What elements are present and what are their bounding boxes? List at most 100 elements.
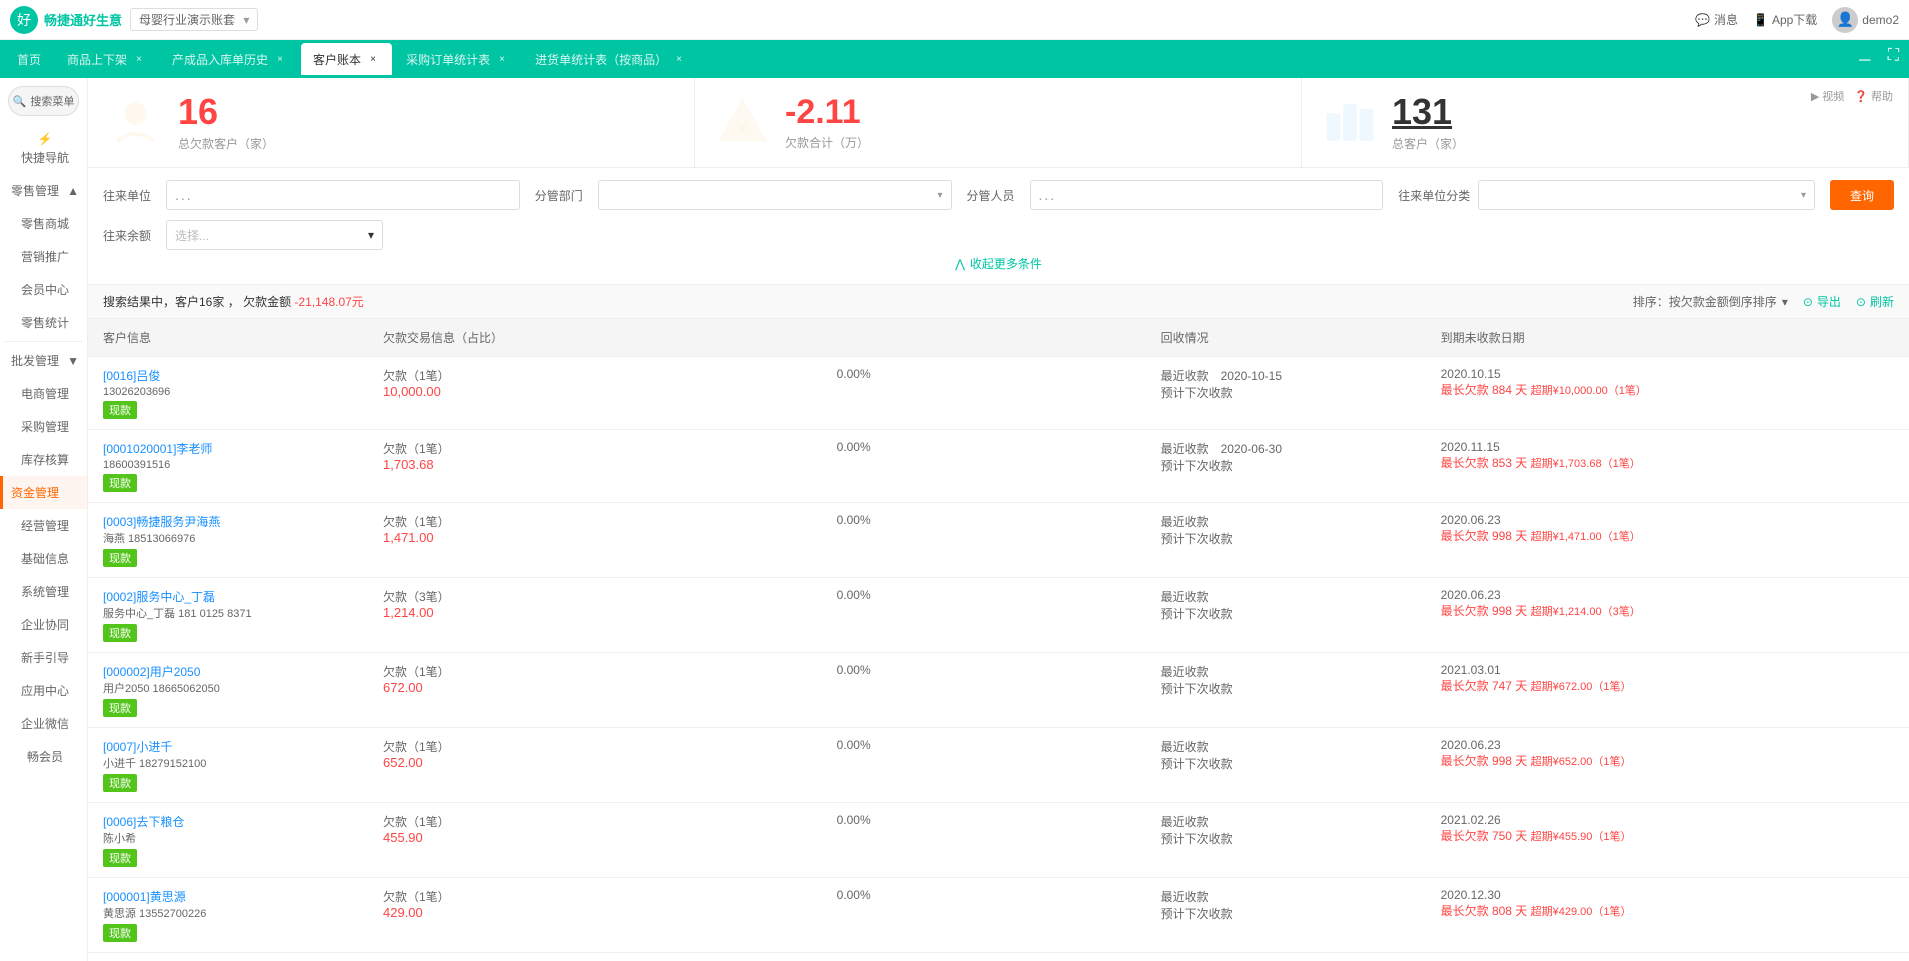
svg-text:¥: ¥ <box>737 122 747 138</box>
debt-amount-4[interactable]: 672.00 <box>383 680 423 695</box>
debt-amount-6[interactable]: 455.90 <box>383 830 423 845</box>
tab-customer[interactable]: 客户账本 × <box>301 43 392 75</box>
total-customers-label: 总客户（家） <box>1392 135 1464 152</box>
overdue-amount-0[interactable]: 超期¥10,000.00（1笔） <box>1531 385 1647 397</box>
cell-percent-6: 0.00% <box>814 803 1146 878</box>
debt-percent-1: 0.00% <box>837 440 871 454</box>
search-button[interactable]: 查询 <box>1830 180 1894 210</box>
sidebar-item-retail-stats[interactable]: 零售统计 <box>0 306 87 339</box>
customer-tag-1: 现款 <box>103 474 137 492</box>
sidebar-item-marketing[interactable]: 营销推广 <box>0 240 87 273</box>
debt-amount-7[interactable]: 429.00 <box>383 905 423 920</box>
customer-name-link-2[interactable]: [0003]畅捷服务尹海燕 <box>103 515 220 529</box>
debt-amount-5[interactable]: 652.00 <box>383 755 423 770</box>
overdue-days-6: 最长欠款 750 天 <box>1441 829 1531 843</box>
sidebar-item-basic-info[interactable]: 基础信息 <box>0 542 87 575</box>
refresh-btn[interactable]: ⊙ 刷新 <box>1856 293 1894 310</box>
message-btn[interactable]: 💬 消息 <box>1695 11 1738 28</box>
customer-phone-1: 18600391516 <box>103 459 170 471</box>
sort-select[interactable]: 排序：按欠款金额倒序排序 ▾ <box>1633 293 1788 310</box>
tab-purchase[interactable]: 采购订单统计表 × <box>394 43 521 75</box>
logo-area: 好 畅捷通好生意 <box>10 6 122 34</box>
sidebar-item-member[interactable]: 会员中心 <box>0 273 87 306</box>
cell-collection-5: 最近收款 预计下次收款 <box>1146 728 1426 803</box>
nav-maximize-btn[interactable]: ⛶ <box>1883 45 1904 73</box>
balance-select[interactable]: 选择... ▾ <box>166 220 383 250</box>
company-selector[interactable]: 母婴行业演示账套 ▾ <box>130 8 258 31</box>
video-btn[interactable]: ▶ 视频 <box>1811 88 1844 104</box>
debt-amount-1[interactable]: 1,703.68 <box>383 457 434 472</box>
debt-amount-2[interactable]: 1,471.00 <box>383 530 434 545</box>
source-unit-input[interactable]: ... <box>166 180 520 210</box>
sidebar-item-business[interactable]: 经营管理 <box>0 509 87 542</box>
tab-inventory[interactable]: 进货单统计表（按商品） × <box>523 43 698 75</box>
overdue-amount-1[interactable]: 超期¥1,703.68（1笔） <box>1531 458 1641 470</box>
sidebar-item-ecommerce[interactable]: 电商管理 <box>0 377 87 410</box>
debt-amount-0[interactable]: 10,000.00 <box>383 384 441 399</box>
close-tab-purchase[interactable]: × <box>495 52 509 66</box>
table-row: [0003]畅捷服务尹海燕 海燕 18513066976 现款 欠款（1笔） 1… <box>88 503 1909 578</box>
sidebar-item-retail-shop[interactable]: 零售商城 <box>0 207 87 240</box>
close-tab-production[interactable]: × <box>273 52 287 66</box>
sort-arrow: ▾ <box>1782 295 1788 309</box>
unit-category-select[interactable]: ▾ <box>1478 180 1815 210</box>
overdue-amount-6[interactable]: 超期¥455.90（1笔） <box>1531 831 1632 843</box>
sidebar-item-inventory[interactable]: 库存核算 <box>0 443 87 476</box>
customer-name-link-4[interactable]: [000002]用户2050 <box>103 665 200 679</box>
customer-phone-7: 黄思源 13552700226 <box>103 908 206 920</box>
sidebar-item-wechat[interactable]: 企业微信 <box>0 707 87 740</box>
sidebar-item-guide[interactable]: 新手引导 <box>0 641 87 674</box>
dept-select[interactable]: ▾ <box>598 180 952 210</box>
tab-products[interactable]: 商品上下架 × <box>55 43 158 75</box>
expire-date-6: 2021.02.26 <box>1441 813 1501 827</box>
cell-percent-0: 0.00% <box>814 357 1146 430</box>
sidebar-item-retail-mgmt[interactable]: 零售管理 ▲ <box>0 174 87 207</box>
owing-amount-content: -2.11 欠款合计（万） <box>785 95 869 151</box>
close-tab-products[interactable]: × <box>132 52 146 66</box>
customer-name-link-6[interactable]: [0006]去下粮仓 <box>103 815 184 829</box>
overdue-amount-3[interactable]: 超期¥1,214.00（3笔） <box>1531 606 1641 618</box>
customer-name-link-0[interactable]: [0016]吕俊 <box>103 369 160 383</box>
help-btn[interactable]: ❓ 帮助 <box>1854 88 1893 104</box>
overdue-amount-7[interactable]: 超期¥429.00（1笔） <box>1531 906 1632 918</box>
customer-phone-4: 用户2050 18665062050 <box>103 683 220 695</box>
business-label: 经营管理 <box>21 517 69 534</box>
tab-home[interactable]: 首页 <box>5 43 53 75</box>
customer-name-link-3[interactable]: [0002]服务中心_丁磊 <box>103 590 215 604</box>
sidebar-item-purchase[interactable]: 采购管理 <box>0 410 87 443</box>
expire-date-1: 2020.11.15 <box>1441 440 1500 454</box>
close-tab-customer[interactable]: × <box>366 52 380 66</box>
owing-customers-content: 16 总欠款客户（家） <box>178 94 274 152</box>
customer-name-link-1[interactable]: [0001020001]李老师 <box>103 442 212 456</box>
app-download-btn[interactable]: 📱 App下载 <box>1753 11 1817 28</box>
sidebar-item-system[interactable]: 系统管理 <box>0 575 87 608</box>
sidebar-search-btn[interactable]: 🔍 搜索菜单 <box>8 86 79 116</box>
sidebar-item-quick-nav[interactable]: ⚡ 快捷导航 <box>0 124 87 174</box>
overdue-amount-5[interactable]: 超期¥652.00（1笔） <box>1531 756 1632 768</box>
manager-input[interactable]: ... <box>1030 180 1384 210</box>
customer-phone-2: 海燕 18513066976 <box>103 533 195 545</box>
total-customers-number: 131 <box>1392 94 1464 130</box>
sidebar-item-finance[interactable]: 资金管理 <box>0 476 87 509</box>
filter-unit-category: 往来单位分类 ▾ <box>1398 180 1815 210</box>
payment-info-0: 最近收款 2020-10-15 <box>1161 369 1282 383</box>
nav-minimize-btn[interactable]: － <box>1852 45 1878 73</box>
sidebar-item-batch-mgmt[interactable]: 批发管理 ▼ <box>0 344 87 377</box>
overdue-amount-2[interactable]: 超期¥1,471.00（1笔） <box>1531 531 1641 543</box>
sidebar-item-enterprise[interactable]: 企业协同 <box>0 608 87 641</box>
nav-tabs-actions: － ⛶ <box>1852 45 1904 73</box>
sidebar-item-member-pro[interactable]: 畅会员 <box>0 740 87 773</box>
user-menu[interactable]: 👤 demo2 <box>1832 7 1899 33</box>
export-btn[interactable]: ⊙ 导出 <box>1803 293 1841 310</box>
debt-amount-3[interactable]: 1,214.00 <box>383 605 434 620</box>
overdue-amount-4[interactable]: 超期¥672.00（1笔） <box>1531 681 1632 693</box>
customer-name-link-5[interactable]: [0007]小进千 <box>103 740 172 754</box>
close-tab-inventory[interactable]: × <box>672 52 686 66</box>
sidebar-item-apps[interactable]: 应用中心 <box>0 674 87 707</box>
customer-name-link-7[interactable]: [000001]黄思源 <box>103 890 186 904</box>
tab-production[interactable]: 产成品入库单历史 × <box>160 43 299 75</box>
owing-customers-icon <box>108 95 163 150</box>
cell-expire-7: 2020.12.30 最长欠款 808 天 超期¥429.00（1笔） <box>1426 878 1909 953</box>
cell-percent-1: 0.00% <box>814 430 1146 503</box>
collapse-btn[interactable]: ⋀ 收起更多条件 <box>103 255 1894 272</box>
